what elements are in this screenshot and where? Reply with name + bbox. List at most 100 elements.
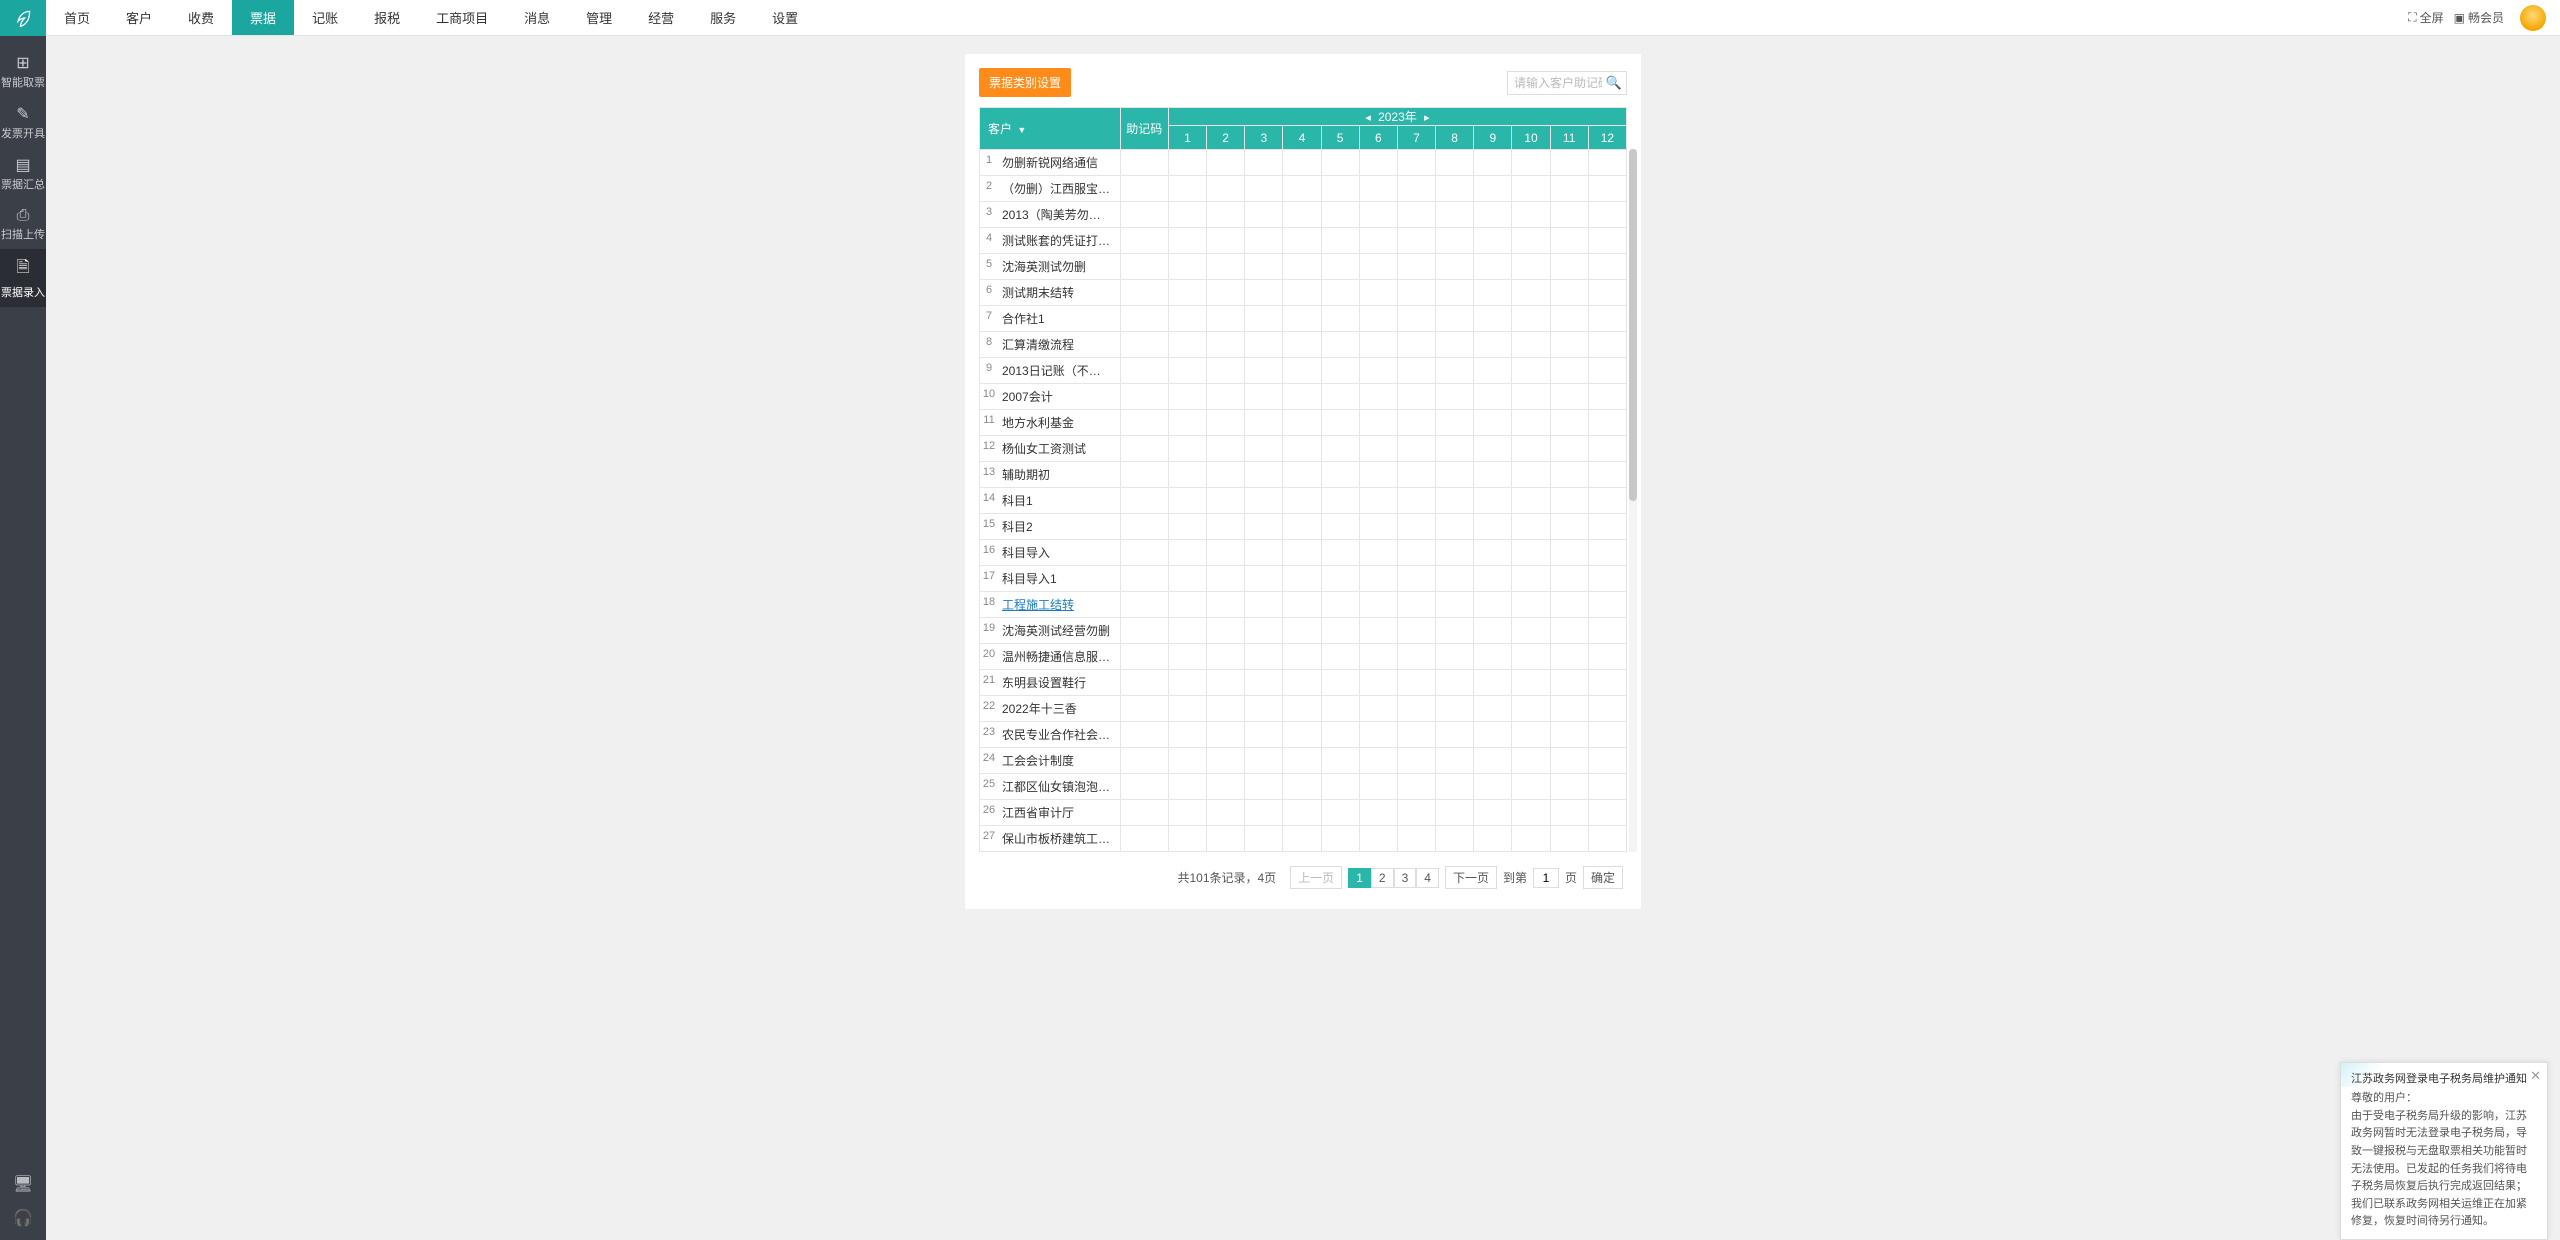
data-cell[interactable] xyxy=(1321,488,1359,514)
data-cell[interactable] xyxy=(1397,202,1435,228)
data-cell[interactable] xyxy=(1588,670,1626,696)
data-cell[interactable] xyxy=(1474,800,1512,826)
data-cell[interactable] xyxy=(1245,826,1283,852)
data-cell[interactable] xyxy=(1321,540,1359,566)
data-cell[interactable] xyxy=(1283,826,1321,852)
data-cell[interactable] xyxy=(1245,332,1283,358)
month-12[interactable]: 12 xyxy=(1588,126,1626,150)
data-cell[interactable] xyxy=(1474,228,1512,254)
data-cell[interactable] xyxy=(1512,670,1550,696)
data-cell[interactable] xyxy=(1321,176,1359,202)
data-cell[interactable] xyxy=(1436,228,1474,254)
data-cell[interactable] xyxy=(1588,540,1626,566)
data-cell[interactable] xyxy=(1321,566,1359,592)
data-cell[interactable] xyxy=(1588,488,1626,514)
data-cell[interactable] xyxy=(1168,462,1206,488)
data-cell[interactable] xyxy=(1550,488,1588,514)
data-cell[interactable] xyxy=(1550,332,1588,358)
data-cell[interactable] xyxy=(1283,462,1321,488)
nav-item-9[interactable]: 经营 xyxy=(630,0,692,35)
data-cell[interactable] xyxy=(1550,566,1588,592)
data-cell[interactable] xyxy=(1550,800,1588,826)
data-cell[interactable] xyxy=(1359,254,1397,280)
col-customer[interactable]: 客户 ▼ xyxy=(980,108,1121,150)
data-cell[interactable] xyxy=(1588,696,1626,722)
data-cell[interactable] xyxy=(1207,592,1245,618)
data-cell[interactable] xyxy=(1207,748,1245,774)
data-cell[interactable] xyxy=(1321,384,1359,410)
data-cell[interactable] xyxy=(1168,410,1206,436)
data-cell[interactable] xyxy=(1550,176,1588,202)
data-cell[interactable] xyxy=(1474,592,1512,618)
data-cell[interactable] xyxy=(1245,436,1283,462)
data-cell[interactable] xyxy=(1397,254,1435,280)
data-cell[interactable] xyxy=(1168,566,1206,592)
data-cell[interactable] xyxy=(1397,176,1435,202)
data-cell[interactable] xyxy=(1512,748,1550,774)
data-cell[interactable] xyxy=(1588,644,1626,670)
data-cell[interactable] xyxy=(1207,696,1245,722)
data-cell[interactable] xyxy=(1588,202,1626,228)
data-cell[interactable] xyxy=(1588,514,1626,540)
data-cell[interactable] xyxy=(1168,384,1206,410)
data-cell[interactable] xyxy=(1245,618,1283,644)
page-3[interactable]: 3 xyxy=(1394,868,1417,888)
data-cell[interactable] xyxy=(1397,696,1435,722)
mnemonic-cell[interactable] xyxy=(1120,618,1168,644)
data-cell[interactable] xyxy=(1397,722,1435,748)
data-cell[interactable] xyxy=(1474,644,1512,670)
data-cell[interactable] xyxy=(1512,566,1550,592)
data-cell[interactable] xyxy=(1359,826,1397,852)
mnemonic-cell[interactable] xyxy=(1120,150,1168,176)
data-cell[interactable] xyxy=(1321,358,1359,384)
data-cell[interactable] xyxy=(1588,358,1626,384)
data-cell[interactable] xyxy=(1359,228,1397,254)
data-cell[interactable] xyxy=(1321,644,1359,670)
data-cell[interactable] xyxy=(1550,410,1588,436)
data-cell[interactable] xyxy=(1245,644,1283,670)
data-cell[interactable] xyxy=(1283,748,1321,774)
month-7[interactable]: 7 xyxy=(1397,126,1435,150)
data-cell[interactable] xyxy=(1168,696,1206,722)
data-cell[interactable] xyxy=(1283,670,1321,696)
data-cell[interactable] xyxy=(1512,644,1550,670)
data-cell[interactable] xyxy=(1283,358,1321,384)
data-cell[interactable] xyxy=(1474,358,1512,384)
data-cell[interactable] xyxy=(1359,436,1397,462)
data-cell[interactable] xyxy=(1283,592,1321,618)
data-cell[interactable] xyxy=(1397,384,1435,410)
month-10[interactable]: 10 xyxy=(1512,126,1550,150)
data-cell[interactable] xyxy=(1474,722,1512,748)
data-cell[interactable] xyxy=(1474,150,1512,176)
data-cell[interactable] xyxy=(1397,592,1435,618)
data-cell[interactable] xyxy=(1397,540,1435,566)
month-5[interactable]: 5 xyxy=(1321,126,1359,150)
data-cell[interactable] xyxy=(1436,332,1474,358)
data-cell[interactable] xyxy=(1359,748,1397,774)
data-cell[interactable] xyxy=(1550,592,1588,618)
data-cell[interactable] xyxy=(1512,202,1550,228)
data-cell[interactable] xyxy=(1550,384,1588,410)
nav-item-6[interactable]: 工商项目 xyxy=(418,0,506,35)
voucher-category-settings-button[interactable]: 票据类别设置 xyxy=(979,68,1071,97)
data-cell[interactable] xyxy=(1512,514,1550,540)
data-cell[interactable] xyxy=(1550,618,1588,644)
mnemonic-cell[interactable] xyxy=(1120,722,1168,748)
data-cell[interactable] xyxy=(1474,540,1512,566)
nav-item-4[interactable]: 记账 xyxy=(294,0,356,35)
data-cell[interactable] xyxy=(1283,722,1321,748)
data-cell[interactable] xyxy=(1474,384,1512,410)
data-cell[interactable] xyxy=(1207,514,1245,540)
data-cell[interactable] xyxy=(1283,176,1321,202)
data-cell[interactable] xyxy=(1207,358,1245,384)
mnemonic-cell[interactable] xyxy=(1120,280,1168,306)
data-cell[interactable] xyxy=(1359,592,1397,618)
data-cell[interactable] xyxy=(1397,774,1435,800)
data-cell[interactable] xyxy=(1550,722,1588,748)
data-cell[interactable] xyxy=(1512,176,1550,202)
data-cell[interactable] xyxy=(1436,436,1474,462)
data-cell[interactable] xyxy=(1168,202,1206,228)
search-icon[interactable]: 🔍 xyxy=(1606,75,1622,91)
member-button[interactable]: ▣ 畅会员 xyxy=(2454,9,2504,26)
data-cell[interactable] xyxy=(1321,280,1359,306)
